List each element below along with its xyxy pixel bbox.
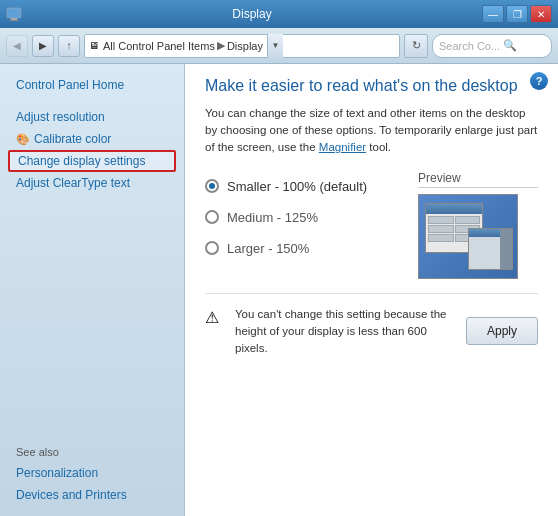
page-title: Make it easier to read what's on the des… xyxy=(205,76,538,97)
maximize-button[interactable]: ❐ xyxy=(506,5,528,23)
preview-label: Preview xyxy=(418,171,538,188)
content-area: ? Make it easier to read what's on the d… xyxy=(185,64,558,516)
back-button[interactable]: ◀ xyxy=(6,35,28,57)
preview-image xyxy=(418,194,518,279)
preview-window-2 xyxy=(468,228,513,270)
preview-sidebar-strip xyxy=(500,229,512,269)
close-button[interactable]: ✕ xyxy=(530,5,552,23)
sidebar-item-cleartype[interactable]: Adjust ClearType text xyxy=(0,172,184,194)
folder-icon: 🖥 xyxy=(89,40,99,51)
path-sep: ▶ xyxy=(217,39,225,52)
preview-cell xyxy=(428,234,454,242)
title-bar-left xyxy=(6,6,22,22)
sidebar-item-calibrate-color[interactable]: 🎨 Calibrate color xyxy=(0,128,184,150)
address-field[interactable]: 🖥 All Control Panel Items ▶ Display ▼ xyxy=(84,34,400,58)
sidebar-item-change-display[interactable]: Change display settings xyxy=(8,150,176,172)
desc-end: tool. xyxy=(369,141,391,153)
radio-label-smaller: Smaller - 100% (default) xyxy=(227,179,367,194)
display-app-icon xyxy=(6,6,22,22)
minimize-button[interactable]: — xyxy=(482,5,504,23)
address-dropdown-arrow[interactable]: ▼ xyxy=(267,34,283,58)
window-title: Display xyxy=(22,7,482,21)
radio-options: Smaller - 100% (default) Medium - 125% L… xyxy=(205,171,398,279)
warning-text: You can't change this setting because th… xyxy=(235,306,456,358)
magnifier-link[interactable]: Magnifier xyxy=(319,141,366,153)
warning-icon: ⚠ xyxy=(205,308,225,328)
see-also-heading: See also xyxy=(0,436,184,462)
svg-rect-0 xyxy=(7,8,21,18)
search-box[interactable]: Search Co... 🔍 xyxy=(432,34,552,58)
sidebar-item-label: Personalization xyxy=(16,466,98,480)
content-description: You can change the size of text and othe… xyxy=(205,105,538,157)
search-placeholder: Search Co... xyxy=(439,40,500,52)
radio-label-medium: Medium - 125% xyxy=(227,210,318,225)
search-icon: 🔍 xyxy=(503,39,517,52)
title-bar: Display — ❐ ✕ xyxy=(0,0,558,28)
forward-button[interactable]: ▶ xyxy=(32,35,54,57)
radio-item-larger[interactable]: Larger - 150% xyxy=(205,233,398,264)
preview-cell xyxy=(428,225,454,233)
preview-cell xyxy=(428,216,454,224)
sidebar-item-label: Change display settings xyxy=(18,154,145,168)
sidebar-item-devices-printers[interactable]: Devices and Printers xyxy=(0,484,184,506)
preview-window-title-1 xyxy=(426,204,482,214)
radio-btn-medium[interactable] xyxy=(205,210,219,224)
sidebar-item-label: Devices and Printers xyxy=(16,488,127,502)
address-path: All Control Panel Items ▶ Display xyxy=(103,39,263,52)
radio-btn-smaller[interactable] xyxy=(205,179,219,193)
apply-button[interactable]: Apply xyxy=(466,317,538,345)
calibrate-icon: 🎨 xyxy=(16,133,30,146)
radio-btn-larger[interactable] xyxy=(205,241,219,255)
refresh-button[interactable]: ↻ xyxy=(404,34,428,58)
preview-desktop xyxy=(419,195,517,278)
sidebar-item-adjust-resolution[interactable]: Adjust resolution xyxy=(0,106,184,128)
help-button[interactable]: ? xyxy=(530,72,548,90)
radio-label-larger: Larger - 150% xyxy=(227,241,309,256)
address-bar: ◀ ▶ ↑ 🖥 All Control Panel Items ▶ Displa… xyxy=(0,28,558,64)
warning-section: ⚠ You can't change this setting because … xyxy=(205,293,538,358)
svg-rect-1 xyxy=(11,18,17,20)
radio-item-medium[interactable]: Medium - 125% xyxy=(205,202,398,233)
sidebar-item-label: Adjust resolution xyxy=(16,110,105,124)
options-row: Smaller - 100% (default) Medium - 125% L… xyxy=(205,171,538,279)
sidebar-item-label: Control Panel Home xyxy=(16,78,124,92)
preview-cell xyxy=(455,216,481,224)
main-container: Control Panel Home Adjust resolution 🎨 C… xyxy=(0,64,558,516)
sidebar-item-label: Calibrate color xyxy=(34,132,111,146)
radio-item-smaller[interactable]: Smaller - 100% (default) xyxy=(205,171,398,202)
path-part2: Display xyxy=(227,40,263,52)
sidebar-item-personalization[interactable]: Personalization xyxy=(0,462,184,484)
sidebar-item-label: Adjust ClearType text xyxy=(16,176,130,190)
up-button[interactable]: ↑ xyxy=(58,35,80,57)
sidebar: Control Panel Home Adjust resolution 🎨 C… xyxy=(0,64,185,516)
title-controls: — ❐ ✕ xyxy=(482,5,552,23)
sidebar-item-control-panel-home[interactable]: Control Panel Home xyxy=(0,74,184,96)
path-part1: All Control Panel Items xyxy=(103,40,215,52)
svg-rect-2 xyxy=(9,20,19,21)
preview-area: Preview xyxy=(418,171,538,279)
